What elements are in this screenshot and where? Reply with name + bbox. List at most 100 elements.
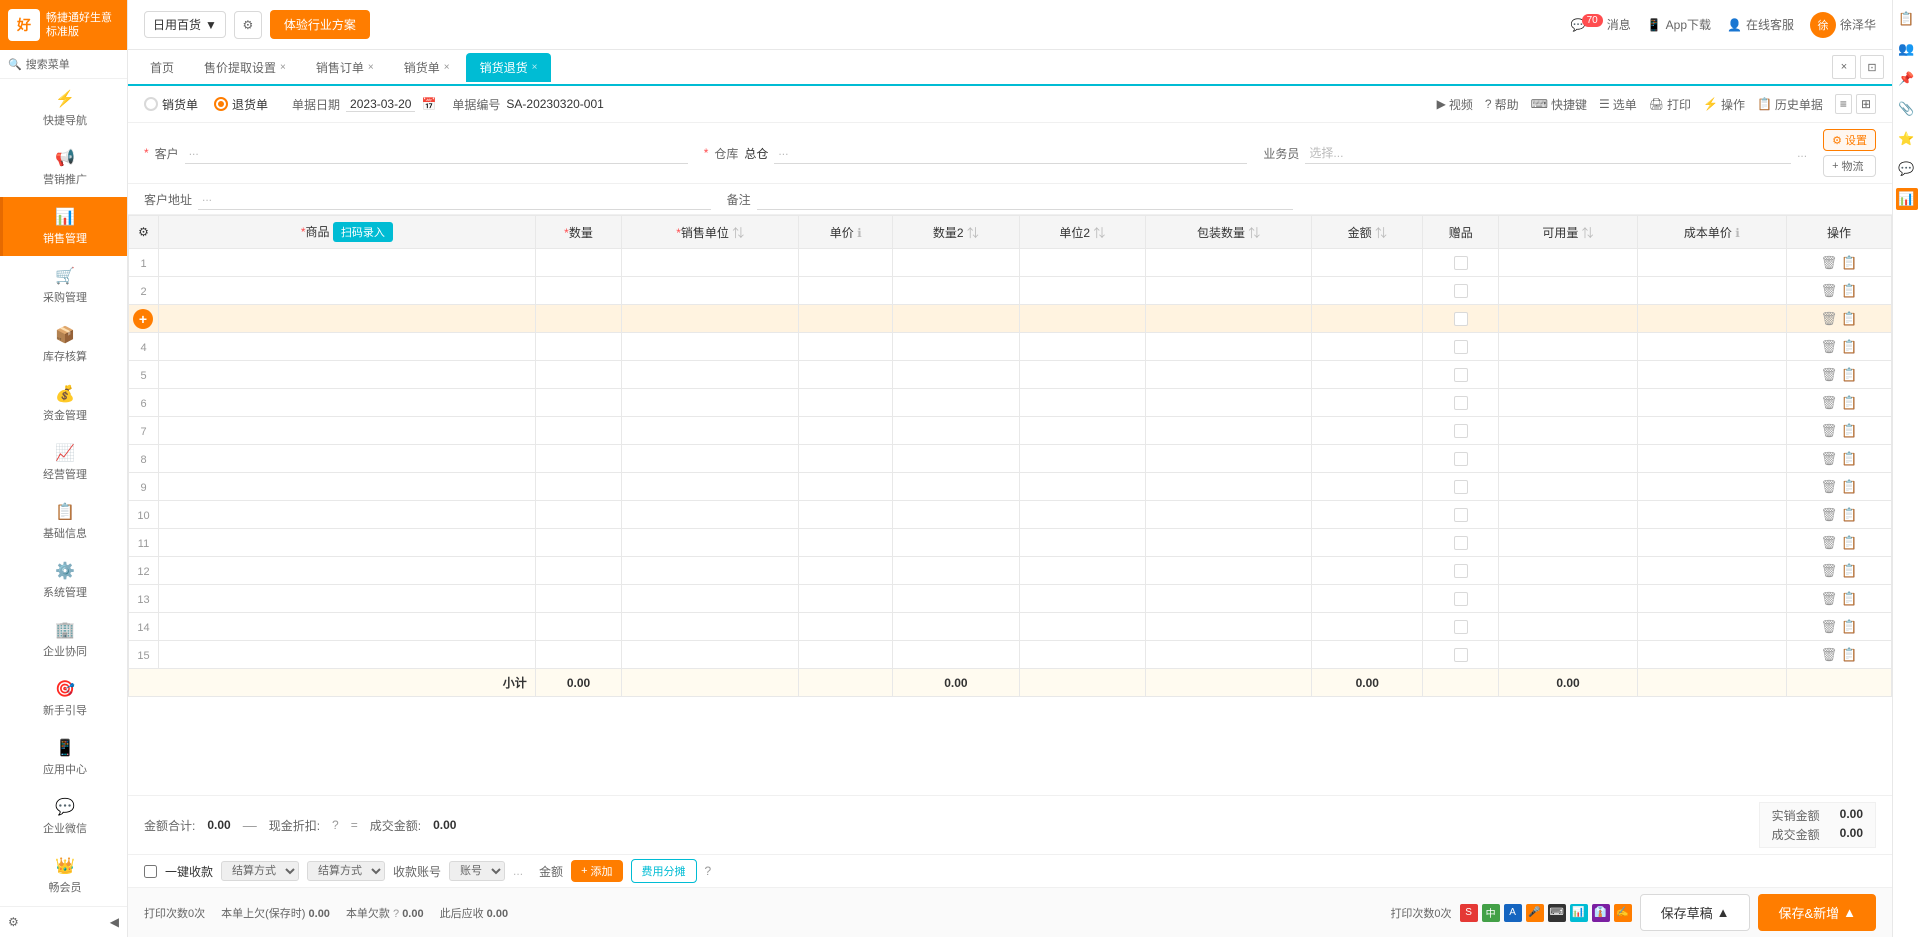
- sidebar-item-apps[interactable]: 📱 应用中心: [0, 728, 127, 787]
- toolbar-select[interactable]: ☰ 选单: [1599, 96, 1637, 113]
- cell-avail-3[interactable]: [1499, 305, 1638, 333]
- cell-price-4[interactable]: [799, 333, 893, 361]
- copy-btn-3[interactable]: 📋: [1841, 311, 1857, 327]
- cell-cost-9[interactable]: [1637, 473, 1786, 501]
- cell-price-14[interactable]: [799, 613, 893, 641]
- copy-btn-10[interactable]: 📋: [1841, 507, 1857, 523]
- save-draft-btn[interactable]: 保存草稿 ▲: [1640, 894, 1751, 931]
- copy-btn-1[interactable]: 📋: [1841, 255, 1857, 271]
- delete-btn-9[interactable]: 🗑: [1821, 479, 1838, 495]
- discount-help-icon[interactable]: ?: [332, 818, 339, 832]
- cell-pack-3[interactable]: [1146, 305, 1312, 333]
- cell-gift-13[interactable]: [1423, 585, 1499, 613]
- table-wrapper[interactable]: ⚙ *商品 扫码录入 *数量 *销售单位 ⇅ 单价 ℹ 数量2 ⇅ 单位2 ⇅ …: [128, 215, 1892, 795]
- delete-btn-5[interactable]: 🗑: [1821, 367, 1838, 383]
- cell-cost-14[interactable]: [1637, 613, 1786, 641]
- cell-qty-6[interactable]: [535, 389, 622, 417]
- remark-input[interactable]: [757, 188, 1294, 210]
- cell-qty-7[interactable]: [535, 417, 622, 445]
- cell-product-6[interactable]: [159, 389, 536, 417]
- s-icon-4[interactable]: 🎤: [1526, 904, 1544, 922]
- cell-cost-8[interactable]: [1637, 445, 1786, 473]
- cell-unit-12[interactable]: [622, 557, 799, 585]
- cell-amount-11[interactable]: [1312, 529, 1423, 557]
- cell-amount-3[interactable]: [1312, 305, 1423, 333]
- sidebar-item-guide[interactable]: 🎯 新手引导: [0, 669, 127, 728]
- toolbar-shortcut[interactable]: ⌨ 快捷键: [1531, 96, 1587, 113]
- cell-gift-8[interactable]: [1423, 445, 1499, 473]
- cell-amount-15[interactable]: [1312, 641, 1423, 669]
- cell-amount-1[interactable]: [1312, 249, 1423, 277]
- cell-product-2[interactable]: [159, 277, 536, 305]
- logistics-btn[interactable]: + 物流: [1823, 155, 1876, 177]
- cell-pack-6[interactable]: [1146, 389, 1312, 417]
- app-download-item[interactable]: 📱 App下载: [1647, 16, 1711, 33]
- product-input-14[interactable]: [163, 620, 531, 634]
- cell-amount-9[interactable]: [1312, 473, 1423, 501]
- toolbar-help[interactable]: ? 帮助: [1485, 96, 1519, 113]
- sidebar-item-finance[interactable]: 💰 资金管理: [0, 374, 127, 433]
- cell-unit-4[interactable]: [622, 333, 799, 361]
- cell-unit-11[interactable]: [622, 529, 799, 557]
- cell-pack-9[interactable]: [1146, 473, 1312, 501]
- add-row-btn[interactable]: +: [133, 309, 153, 329]
- cell-qty2-7[interactable]: [893, 417, 1019, 445]
- cell-qty-13[interactable]: [535, 585, 622, 613]
- sidebar-item-basic[interactable]: 📋 基础信息: [0, 492, 127, 551]
- delete-btn-7[interactable]: 🗑: [1821, 423, 1838, 439]
- cell-pack-13[interactable]: [1146, 585, 1312, 613]
- cell-unit-15[interactable]: [622, 641, 799, 669]
- cell-cost-10[interactable]: [1637, 501, 1786, 529]
- right-panel-btn-1[interactable]: 📋: [1896, 8, 1918, 30]
- copy-btn-7[interactable]: 📋: [1841, 423, 1857, 439]
- topbar-settings-btn[interactable]: ⚙: [234, 11, 262, 39]
- cell-product-15[interactable]: [159, 641, 536, 669]
- cell-pack-4[interactable]: [1146, 333, 1312, 361]
- copy-btn-9[interactable]: 📋: [1841, 479, 1857, 495]
- cell-qty-14[interactable]: [535, 613, 622, 641]
- cell-product-11[interactable]: [159, 529, 536, 557]
- cell-product-8[interactable]: [159, 445, 536, 473]
- cell-price-9[interactable]: [799, 473, 893, 501]
- cell-cost-4[interactable]: [1637, 333, 1786, 361]
- cell-unit2-4[interactable]: [1019, 333, 1145, 361]
- cell-unit-8[interactable]: [622, 445, 799, 473]
- cell-product-5[interactable]: [159, 361, 536, 389]
- one-click-checkbox[interactable]: [144, 865, 157, 878]
- cell-avail-13[interactable]: [1499, 585, 1638, 613]
- add-payment-btn[interactable]: + 添加: [571, 860, 622, 882]
- cell-gift-7[interactable]: [1423, 417, 1499, 445]
- cell-amount-2[interactable]: [1312, 277, 1423, 305]
- cell-avail-5[interactable]: [1499, 361, 1638, 389]
- copy-btn-12[interactable]: 📋: [1841, 563, 1857, 579]
- tab-home[interactable]: 首页: [136, 53, 188, 82]
- cell-unit2-13[interactable]: [1019, 585, 1145, 613]
- cell-pack-15[interactable]: [1146, 641, 1312, 669]
- cell-qty2-6[interactable]: [893, 389, 1019, 417]
- cell-product-4[interactable]: [159, 333, 536, 361]
- product-input-6[interactable]: [163, 396, 531, 410]
- cell-amount-4[interactable]: [1312, 333, 1423, 361]
- cell-product-1[interactable]: [159, 249, 536, 277]
- account-select[interactable]: 账号: [449, 861, 505, 881]
- cell-qty-12[interactable]: [535, 557, 622, 585]
- right-panel-btn-7[interactable]: 📊: [1896, 188, 1918, 210]
- delete-btn-2[interactable]: 🗑: [1821, 283, 1838, 299]
- cell-product-13[interactable]: [159, 585, 536, 613]
- cell-pack-12[interactable]: [1146, 557, 1312, 585]
- sidebar-item-member[interactable]: 👑 畅会员: [0, 846, 127, 905]
- cell-avail-12[interactable]: [1499, 557, 1638, 585]
- settings-icon[interactable]: ⚙: [8, 915, 19, 929]
- tab-sales-return[interactable]: 销货退货 ×: [466, 53, 552, 82]
- cell-cost-15[interactable]: [1637, 641, 1786, 669]
- calendar-icon[interactable]: 📅: [421, 97, 436, 111]
- online-service-item[interactable]: 👤 在线客服: [1727, 16, 1794, 33]
- tab-close-sales-delivery[interactable]: ×: [444, 62, 450, 73]
- cell-cost-2[interactable]: [1637, 277, 1786, 305]
- cell-gift-2[interactable]: [1423, 277, 1499, 305]
- toolbar-operate[interactable]: ⚡ 操作: [1703, 96, 1745, 113]
- product-input-2[interactable]: [163, 284, 531, 298]
- cell-unit2-10[interactable]: [1019, 501, 1145, 529]
- cell-qty-3[interactable]: [535, 305, 622, 333]
- delete-btn-12[interactable]: 🗑: [1821, 563, 1838, 579]
